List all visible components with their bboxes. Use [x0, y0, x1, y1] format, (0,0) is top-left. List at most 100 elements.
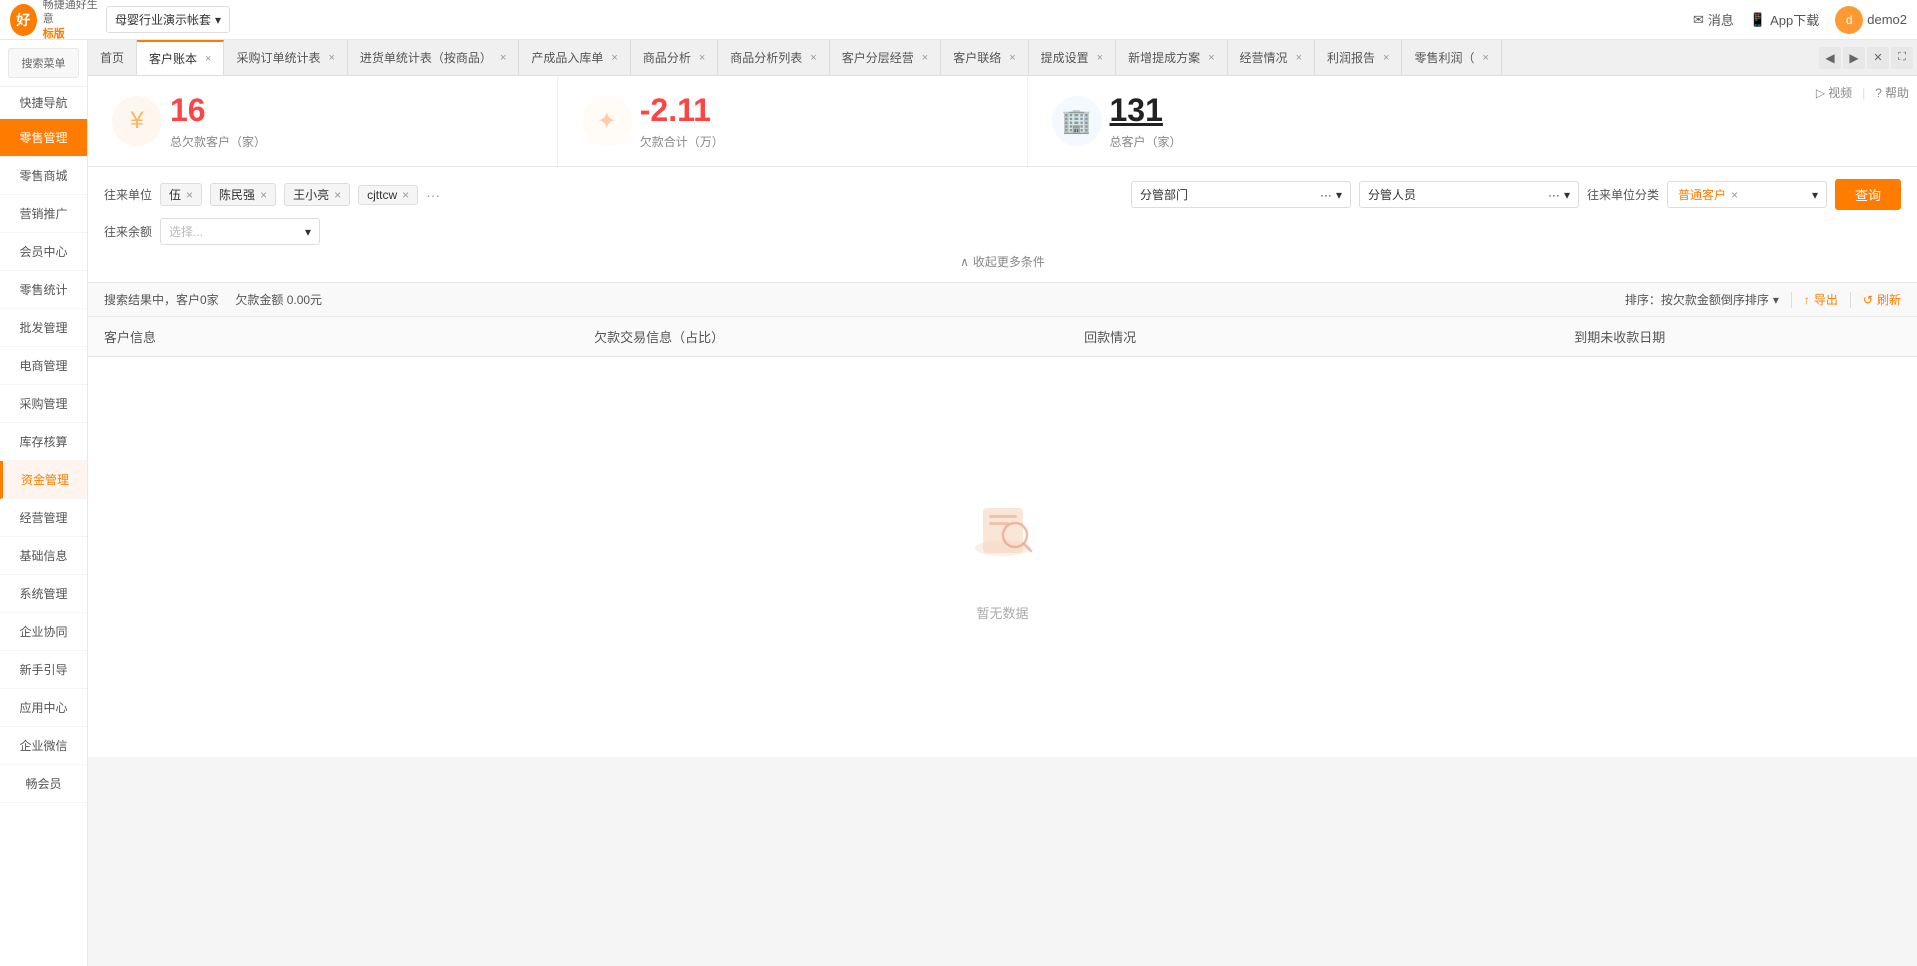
stat-value-total-customers: 131 [1110, 92, 1182, 129]
collapse-btn[interactable]: ∧ 收起更多条件 [104, 253, 1901, 270]
sidebar-item-retail-stats[interactable]: 零售统计 [0, 271, 87, 309]
close-tab-purchase-stats[interactable]: × [328, 52, 334, 64]
video-icon: ▷ [1816, 86, 1825, 100]
tab-bar: 首页 客户账本 × 采购订单统计表 × 进货单统计表（按商品） × 产成品入库单… [88, 40, 1917, 76]
main-layout: 搜索菜单 快捷导航 零售管理 零售商城 营销推广 会员中心 零售统计 批发管理 … [0, 40, 1917, 966]
sidebar-item-member-center[interactable]: 会员中心 [0, 233, 87, 271]
content-area: 首页 客户账本 × 采购订单统计表 × 进货单统计表（按商品） × 产成品入库单… [88, 40, 1917, 966]
app-download-btn[interactable]: 📱 App下载 [1750, 10, 1819, 29]
sidebar-item-app-center[interactable]: 应用中心 [0, 689, 87, 727]
sidebar-item-marketing[interactable]: 营销推广 [0, 195, 87, 233]
sidebar-item-member[interactable]: 畅会员 [0, 765, 87, 803]
close-tab-product-analysis[interactable]: × [699, 52, 705, 64]
divider-1 [1791, 292, 1792, 308]
close-tab-new-commission[interactable]: × [1208, 52, 1214, 64]
remove-tag-cjttcw[interactable]: × [402, 188, 409, 202]
tab-scroll-left[interactable]: ◀ [1819, 47, 1841, 69]
tab-new-commission[interactable]: 新增提成方案 × [1116, 40, 1227, 76]
account-selector[interactable]: 母婴行业演示帐套 ▾ [106, 6, 230, 33]
refresh-icon: ↺ [1863, 293, 1873, 307]
stat-total-customers: 🏢 131 总客户（家） ▷ 视频 | ? [1028, 76, 1917, 166]
stat-value-debt-amount: -2.11 [640, 92, 724, 129]
query-button[interactable]: 查询 [1835, 179, 1901, 210]
person-select[interactable]: 分管人员 ··· ▾ [1359, 181, 1579, 208]
stats-row: ¥ 16 总欠款客户（家） ✦ -2.11 欠款合计（万） [88, 76, 1917, 167]
tab-home[interactable]: 首页 [88, 40, 137, 76]
search-menu-button[interactable]: 搜索菜单 [8, 48, 79, 78]
export-button[interactable]: ↑ 导出 [1804, 291, 1838, 308]
export-icon: ↑ [1804, 293, 1810, 307]
close-tab-product-analysis-list[interactable]: × [810, 52, 816, 64]
sidebar-item-beginner[interactable]: 新手引导 [0, 651, 87, 689]
sidebar-item-wholesale[interactable]: 批发管理 [0, 309, 87, 347]
help-icon: ? [1875, 86, 1882, 100]
tab-scroll-right[interactable]: ▶ [1843, 47, 1865, 69]
sidebar-item-capital-mgmt[interactable]: 资金管理 [0, 461, 87, 499]
filter-tag-cjttcw: cjttcw × [358, 185, 418, 205]
remove-tag-normal-customer[interactable]: × [1731, 188, 1738, 202]
close-tab-profit-report[interactable]: × [1383, 52, 1389, 64]
remove-tag-wang[interactable]: × [334, 188, 341, 202]
remove-tag-wu[interactable]: × [186, 188, 193, 202]
video-btn[interactable]: ▷ 视频 [1816, 84, 1852, 101]
tab-product-inbound[interactable]: 产成品入库单 × [519, 40, 630, 76]
refresh-button[interactable]: ↺ 刷新 [1863, 291, 1901, 308]
tab-commission-setting[interactable]: 提成设置 × [1029, 40, 1116, 76]
sort-select[interactable]: 排序：按欠款金额倒序排序 ▾ [1625, 291, 1779, 308]
tab-product-analysis[interactable]: 商品分析 × [631, 40, 718, 76]
avatar: d [1835, 6, 1863, 34]
filter-label-balance: 往来余额 [104, 223, 152, 240]
tab-operations[interactable]: 经营情况 × [1228, 40, 1315, 76]
message-btn[interactable]: ✉ 消息 [1693, 10, 1734, 29]
stat-label-debt-amount: 欠款合计（万） [640, 133, 724, 150]
close-tab-customer-contact[interactable]: × [1009, 52, 1015, 64]
close-tab-inbound-stats[interactable]: × [500, 52, 506, 64]
logo-area: 好 畅捷通好生意 标版 [10, 0, 98, 41]
close-tab-customer-ledger[interactable]: × [205, 53, 211, 65]
chevron-down-icon-dept: ··· [1320, 188, 1332, 202]
empty-label: 暂无数据 [976, 603, 1028, 622]
tab-customer-tier[interactable]: 客户分层经营 × [830, 40, 941, 76]
sidebar-item-inventory[interactable]: 库存核算 [0, 423, 87, 461]
quick-nav-button[interactable]: 快捷导航 [0, 87, 87, 119]
sidebar-item-operations[interactable]: 经营管理 [0, 499, 87, 537]
col-customer-info: 客户信息 [104, 327, 594, 346]
filter-tag-wang: 王小亮 × [284, 183, 350, 206]
balance-select[interactable]: 选择... ▾ [160, 218, 320, 245]
sidebar-item-enterprise-wechat[interactable]: 企业微信 [0, 727, 87, 765]
top-right-area: ✉ 消息 📱 App下载 d demo2 [1693, 6, 1907, 34]
tab-bar-arrows: ◀ ▶ ✕ ⛶ [1815, 47, 1917, 69]
tab-maximize[interactable]: ⛶ [1891, 47, 1913, 69]
filter-tag-wu: 伍 × [160, 183, 202, 206]
sidebar-item-retail-mgmt[interactable]: 零售管理 [0, 119, 87, 157]
tab-close-all[interactable]: ✕ [1867, 47, 1889, 69]
help-btn[interactable]: ? 帮助 [1875, 84, 1909, 101]
chevron-down-icon-sort: ▾ [1773, 293, 1779, 307]
unit-type-select[interactable]: 普通客户 × ▾ [1667, 181, 1827, 208]
tab-profit-report[interactable]: 利润报告 × [1315, 40, 1402, 76]
user-menu[interactable]: d demo2 [1835, 6, 1907, 34]
filter-more-btn[interactable]: ··· [426, 187, 440, 203]
tab-product-analysis-list[interactable]: 商品分析列表 × [718, 40, 829, 76]
sidebar-item-system-mgmt[interactable]: 系统管理 [0, 575, 87, 613]
close-tab-commission-setting[interactable]: × [1097, 52, 1103, 64]
filter-tag-normal-customer: 普通客户 × [1676, 186, 1740, 203]
close-tab-operations[interactable]: × [1296, 52, 1302, 64]
sidebar-item-retail-mall[interactable]: 零售商城 [0, 157, 87, 195]
tab-purchase-stats[interactable]: 采购订单统计表 × [224, 40, 347, 76]
close-tab-product-inbound[interactable]: × [611, 52, 617, 64]
sidebar-item-purchase[interactable]: 采购管理 [0, 385, 87, 423]
message-icon: ✉ [1693, 12, 1704, 28]
tab-inbound-stats[interactable]: 进货单统计表（按商品） × [348, 40, 519, 76]
sidebar-item-basic-info[interactable]: 基础信息 [0, 537, 87, 575]
tab-customer-contact[interactable]: 客户联络 × [941, 40, 1028, 76]
stat-label-debt-customers: 总欠款客户（家） [170, 133, 266, 150]
sidebar-item-ecommerce[interactable]: 电商管理 [0, 347, 87, 385]
remove-tag-chen[interactable]: × [260, 188, 267, 202]
dept-select[interactable]: 分管部门 ··· ▾ [1131, 181, 1351, 208]
sidebar-item-enterprise-collab[interactable]: 企业协同 [0, 613, 87, 651]
close-tab-customer-tier[interactable]: × [922, 52, 928, 64]
tab-customer-ledger[interactable]: 客户账本 × [137, 40, 224, 76]
close-tab-retail-profit[interactable]: × [1482, 52, 1488, 64]
tab-retail-profit[interactable]: 零售利润（ × [1402, 40, 1501, 76]
